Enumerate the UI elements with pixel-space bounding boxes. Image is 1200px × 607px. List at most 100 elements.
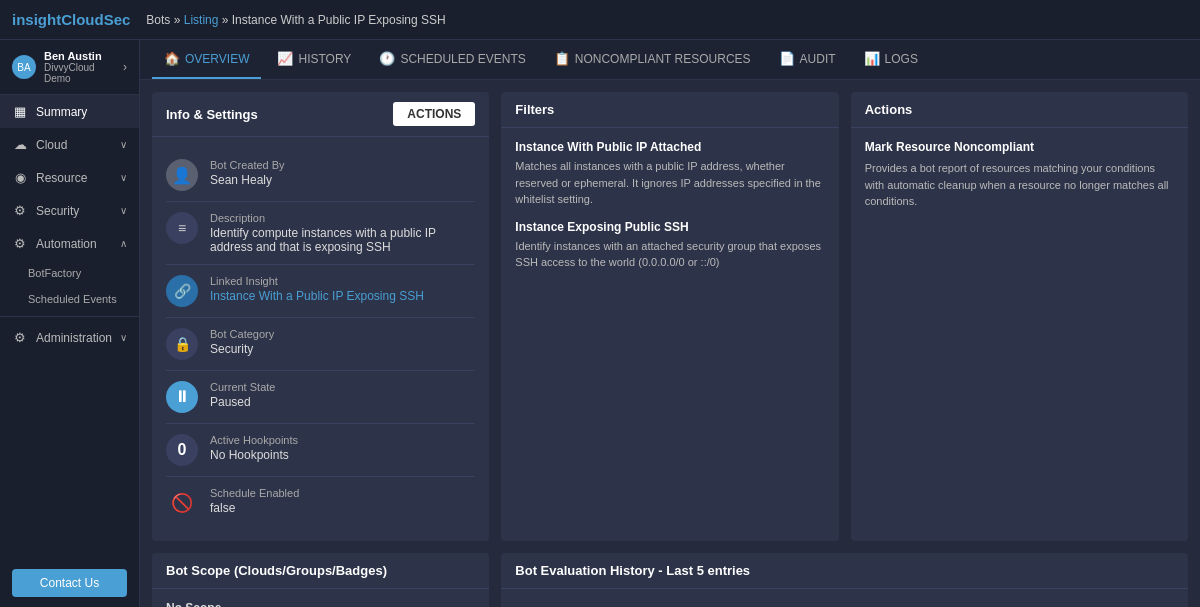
breadcrumb-sep2: » (222, 13, 232, 27)
chevron-down-icon: ∨ (120, 332, 127, 343)
description-label: Description (210, 212, 475, 224)
clock-icon: 🕐 (379, 51, 395, 66)
sidebar-item-label: Automation (36, 237, 120, 251)
chevron-up-icon: ∧ (120, 238, 127, 249)
sidebar-item-label: Summary (36, 105, 127, 119)
sidebar: BA Ben Austin DivvyCloud Demo › ▦ Summar… (0, 40, 140, 607)
security-icon: ⚙ (12, 203, 28, 218)
no-scope-title: No Scope (166, 601, 475, 607)
filter-section-2: Instance Exposing Public SSH Identify in… (515, 220, 824, 271)
breadcrumb-listing[interactable]: Listing (184, 13, 219, 27)
actions-button[interactable]: ACTIONS (393, 102, 475, 126)
description-icon: ≡ (166, 212, 198, 244)
filters-body: Instance With Public IP Attached Matches… (501, 128, 838, 295)
actions-panel-body: Mark Resource Noncompliant Provides a bo… (851, 128, 1188, 222)
info-content-created-by: Bot Created By Sean Healy (210, 159, 285, 187)
contact-us-button[interactable]: Contact Us (12, 569, 127, 597)
sidebar-item-scheduled-events[interactable]: Scheduled Events (0, 286, 139, 312)
user-name: Ben Austin (44, 50, 123, 62)
sidebar-item-administration[interactable]: ⚙ Administration ∨ (0, 321, 139, 354)
action-item-title: Mark Resource Noncompliant (865, 140, 1174, 154)
info-row-description: ≡ Description Identify compute instances… (166, 202, 475, 265)
avatar: BA (12, 55, 36, 79)
info-content-description: Description Identify compute instances w… (210, 212, 475, 254)
cloud-icon: ☁ (12, 137, 28, 152)
breadcrumb-bots: Bots (146, 13, 170, 27)
hookpoints-value: No Hookpoints (210, 448, 298, 462)
info-content-state: Current State Paused (210, 381, 275, 409)
bot-scope-card: Bot Scope (Clouds/Groups/Badges) No Scop… (152, 553, 489, 607)
info-row-schedule: 🚫 Schedule Enabled false (166, 477, 475, 529)
sidebar-item-security[interactable]: ⚙ Security ∨ (0, 194, 139, 227)
noncompliant-icon: 📋 (554, 51, 570, 66)
info-row-hookpoints: 0 Active Hookpoints No Hookpoints (166, 424, 475, 477)
tab-noncompliant-label: NONCOMPLIANT RESOURCES (575, 52, 751, 66)
home-icon: 🏠 (164, 51, 180, 66)
tab-history[interactable]: 📈 HISTORY (265, 40, 363, 79)
filters-card: Filters Instance With Public IP Attached… (501, 92, 838, 541)
action-item-desc: Provides a bot report of resources match… (865, 160, 1174, 210)
description-value: Identify compute instances with a public… (210, 226, 475, 254)
info-content-linked: Linked Insight Instance With a Public IP… (210, 275, 424, 303)
info-settings-body: 👤 Bot Created By Sean Healy ≡ Descriptio… (152, 137, 489, 541)
actions-panel-title: Actions (865, 102, 913, 117)
sidebar-item-automation[interactable]: ⚙ Automation ∧ (0, 227, 139, 260)
current-state-value: Paused (210, 395, 275, 409)
summary-icon: ▦ (12, 104, 28, 119)
sidebar-footer: Contact Us (0, 559, 139, 607)
bot-scope-header: Bot Scope (Clouds/Groups/Badges) (152, 553, 489, 589)
tab-history-label: HISTORY (298, 52, 351, 66)
bot-eval-title: Bot Evaluation History - Last 5 entries (515, 563, 750, 578)
tab-overview[interactable]: 🏠 OVERVIEW (152, 40, 261, 79)
audit-icon: 📄 (779, 51, 795, 66)
user-info: Ben Austin DivvyCloud Demo (44, 50, 123, 84)
resource-icon: ◉ (12, 170, 28, 185)
tab-audit[interactable]: 📄 AUDIT (767, 40, 848, 79)
zero-icon: 0 (166, 434, 198, 466)
linked-insight-value: Instance With a Public IP Exposing SSH (210, 289, 424, 303)
hookpoints-label: Active Hookpoints (210, 434, 298, 446)
tab-audit-label: AUDIT (800, 52, 836, 66)
created-by-value: Sean Healy (210, 173, 285, 187)
app-body: BA Ben Austin DivvyCloud Demo › ▦ Summar… (0, 40, 1200, 607)
info-row-linked-insight: 🔗 Linked Insight Instance With a Public … (166, 265, 475, 318)
sidebar-item-summary[interactable]: ▦ Summary (0, 95, 139, 128)
info-content-category: Bot Category Security (210, 328, 274, 356)
logs-icon: 📊 (864, 51, 880, 66)
info-content-hookpoints: Active Hookpoints No Hookpoints (210, 434, 298, 462)
bot-eval-card: Bot Evaluation History - Last 5 entries … (501, 553, 1188, 607)
schedule-value: false (210, 501, 299, 515)
chevron-right-icon: › (123, 60, 127, 74)
tab-logs[interactable]: 📊 LOGS (852, 40, 930, 79)
sidebar-item-label: Resource (36, 171, 120, 185)
filter-2-text: Identify instances with an attached secu… (515, 238, 824, 271)
linked-insight-label: Linked Insight (210, 275, 424, 287)
info-content-schedule: Schedule Enabled false (210, 487, 299, 515)
schedule-label: Schedule Enabled (210, 487, 299, 499)
filters-title: Filters (515, 102, 554, 117)
admin-icon: ⚙ (12, 330, 28, 345)
sidebar-item-botfactory[interactable]: BotFactory (0, 260, 139, 286)
chevron-down-icon: ∨ (120, 172, 127, 183)
sidebar-item-cloud[interactable]: ☁ Cloud ∨ (0, 128, 139, 161)
content-area: Info & Settings ACTIONS 👤 Bot Created By… (140, 80, 1200, 607)
sidebar-item-label: Security (36, 204, 120, 218)
info-row-current-state: ⏸ Current State Paused (166, 371, 475, 424)
created-by-label: Bot Created By (210, 159, 285, 171)
info-row-created-by: 👤 Bot Created By Sean Healy (166, 149, 475, 202)
sidebar-user[interactable]: BA Ben Austin DivvyCloud Demo › (0, 40, 139, 95)
bot-category-label: Bot Category (210, 328, 274, 340)
actions-panel-card: Actions Mark Resource Noncompliant Provi… (851, 92, 1188, 541)
sidebar-item-resource[interactable]: ◉ Resource ∨ (0, 161, 139, 194)
info-settings-card: Info & Settings ACTIONS 👤 Bot Created By… (152, 92, 489, 541)
logo: insightCloudSec (12, 11, 130, 28)
chevron-down-icon: ∨ (120, 139, 127, 150)
linked-insight-link[interactable]: Instance With a Public IP Exposing SSH (210, 289, 424, 303)
tab-scheduled-events[interactable]: 🕐 SCHEDULED EVENTS (367, 40, 537, 79)
tab-noncompliant-resources[interactable]: 📋 NONCOMPLIANT RESOURCES (542, 40, 763, 79)
chevron-down-icon: ∨ (120, 205, 127, 216)
filter-2-title: Instance Exposing Public SSH (515, 220, 824, 234)
bot-scope-body: No Scope This bot currently is invalid d… (152, 589, 489, 607)
sidebar-item-label: Administration (36, 331, 120, 345)
breadcrumb: Bots » Listing » Instance With a Public … (146, 13, 445, 27)
